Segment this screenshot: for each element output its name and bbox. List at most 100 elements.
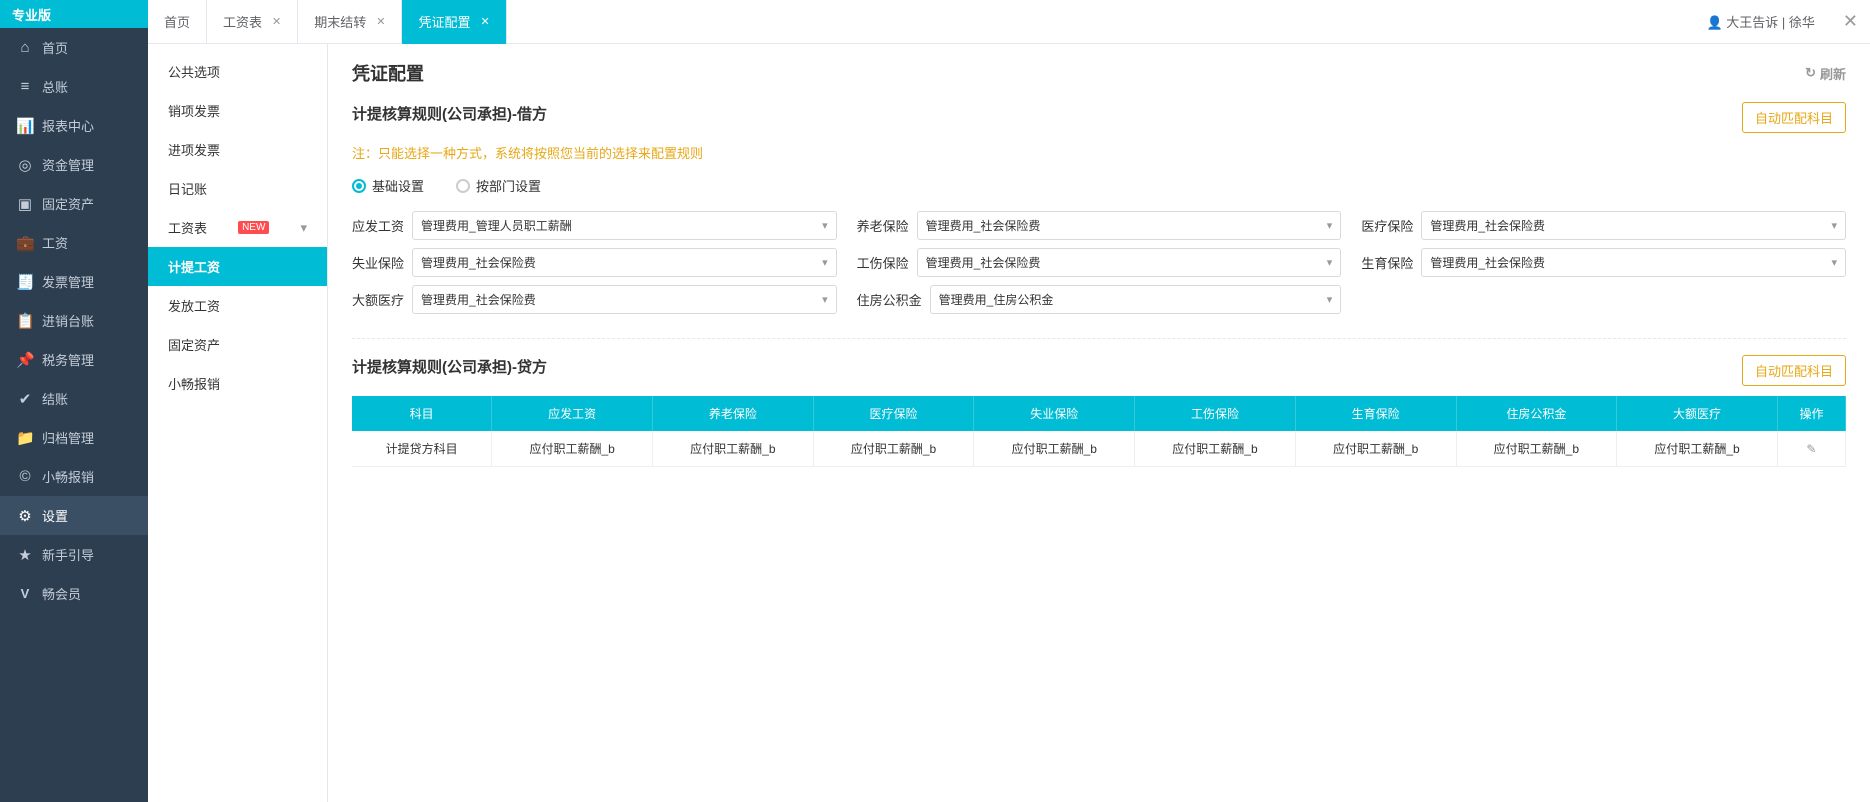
select-maternity[interactable]: 管理费用_社会保险费 ▾ (1421, 248, 1846, 277)
radio-dept[interactable]: 按部门设置 (456, 176, 541, 195)
salary-icon: 💼 (16, 234, 34, 252)
left-nav-journal[interactable]: 日记账 (148, 169, 327, 208)
left-nav-pay-salary[interactable]: 发放工资 (148, 286, 327, 325)
tab-home-label: 首页 (164, 12, 190, 31)
radio-basic[interactable]: 基础设置 (352, 176, 424, 195)
label-housing: 住房公积金 (857, 290, 922, 309)
td-pension: 应付职工薪酬_b (652, 431, 813, 467)
td-housing: 应付职工薪酬_b (1456, 431, 1617, 467)
tab-period-close[interactable]: ✕ (376, 15, 385, 28)
radio-group: 基础设置 按部门设置 (352, 176, 1846, 195)
section2-header: 计提核算规则(公司承担)-贷方 自动匹配科目 (352, 355, 1846, 386)
left-nav-public[interactable]: 公共选项 (148, 52, 327, 91)
label-maternity: 生育保险 (1361, 253, 1413, 272)
form-grid-1: 应发工资 管理费用_管理人员职工薪酬 ▾ 养老保险 管理费用_社会保险费 ▾ (352, 211, 1846, 240)
sidebar-item-reports[interactable]: 📊 报表中心 (0, 106, 148, 145)
tab-voucher-close[interactable]: ✕ (481, 15, 490, 28)
chevron-down-icon: ▾ (822, 293, 828, 306)
refresh-label: 刷新 (1820, 64, 1846, 83)
sidebar-item-closing[interactable]: ✔ 结账 (0, 379, 148, 418)
sidebar: 专业版 ⌂ 首页 ≡ 总账 📊 报表中心 ◎ 资金管理 ▣ 固定资产 💼 工资 … (0, 0, 148, 802)
th-unemployment: 失业保险 (974, 396, 1135, 431)
td-action[interactable]: ✎ (1777, 431, 1845, 467)
sidebar-item-label: 新手引导 (42, 545, 94, 564)
tab-payroll[interactable]: 工资表 ✕ (207, 0, 298, 44)
auto-match-credit-button[interactable]: 自动匹配科目 (1742, 355, 1846, 386)
sidebar-item-archive[interactable]: 📁 归档管理 (0, 418, 148, 457)
topbar-right: 👤 大王告诉 | 徐华 (1707, 12, 1831, 31)
sidebar-item-assets[interactable]: ▣ 固定资产 (0, 184, 148, 223)
tab-voucher-label: 凭证配置 (418, 12, 470, 31)
form-row-salary: 应发工资 管理费用_管理人员职工薪酬 ▾ (352, 211, 837, 240)
section1-title: 计提核算规则(公司承担)-借方 (352, 103, 547, 124)
section-credit: 计提核算规则(公司承担)-贷方 自动匹配科目 科目 应发工资 养老保险 医疗保险… (352, 355, 1846, 467)
close-window-btn[interactable]: ✕ (1831, 11, 1870, 32)
sidebar-item-ledger[interactable]: ≡ 总账 (0, 67, 148, 106)
tax-icon: 📌 (16, 351, 34, 369)
sidebar-item-label: 发票管理 (42, 272, 94, 291)
td-salary: 应付职工薪酬_b (492, 431, 653, 467)
label-unemployment: 失业保险 (352, 253, 404, 272)
sidebar-item-settings[interactable]: ⚙ 设置 (0, 496, 148, 535)
left-nav-purchase-invoice[interactable]: 进项发票 (148, 130, 327, 169)
sidebar-item-home[interactable]: ⌂ 首页 (0, 28, 148, 67)
sidebar-item-label: 进销台账 (42, 311, 94, 330)
sidebar-item-label: 税务管理 (42, 350, 94, 369)
td-major-medical: 应付职工薪酬_b (1617, 431, 1778, 467)
sidebar-item-xiaochang[interactable]: © 小畅报销 (0, 457, 148, 496)
label-injury: 工伤保险 (857, 253, 909, 272)
th-medical: 医疗保险 (813, 396, 974, 431)
sidebar-item-invoice[interactable]: 🧾 发票管理 (0, 262, 148, 301)
left-nav-sales-invoice[interactable]: 销项发票 (148, 91, 327, 130)
form-row-injury: 工伤保险 管理费用_社会保险费 ▾ (857, 248, 1342, 277)
sidebar-item-label: 畅会员 (42, 584, 81, 603)
select-injury[interactable]: 管理费用_社会保险费 ▾ (917, 248, 1342, 277)
edit-icon[interactable]: ✎ (1806, 442, 1816, 456)
tab-home[interactable]: 首页 (148, 0, 207, 44)
sidebar-item-sales[interactable]: 📋 进销台账 (0, 301, 148, 340)
select-major-medical[interactable]: 管理费用_社会保险费 ▾ (412, 285, 837, 314)
right-panel: 凭证配置 ↻ 刷新 计提核算规则(公司承担)-借方 自动匹配科目 注：只能选择一… (328, 44, 1870, 802)
tab-voucher[interactable]: 凭证配置 ✕ (402, 0, 506, 44)
table-header-row: 科目 应发工资 养老保险 医疗保险 失业保险 工伤保险 生育保险 住房公积金 大… (352, 396, 1846, 431)
select-medical[interactable]: 管理费用_社会保险费 ▾ (1421, 211, 1846, 240)
ledger-icon: ≡ (16, 78, 34, 95)
left-nav-calc-salary[interactable]: 计提工资 (148, 247, 327, 286)
td-subject: 计提贷方科目 (352, 431, 492, 467)
sidebar-item-newbie[interactable]: ★ 新手引导 (0, 535, 148, 574)
tab-period[interactable]: 期末结转 ✕ (298, 0, 402, 44)
topbar: 首页 工资表 ✕ 期末结转 ✕ 凭证配置 ✕ 👤 大王告诉 | 徐华 ✕ (148, 0, 1870, 44)
credit-table: 科目 应发工资 养老保险 医疗保险 失业保险 工伤保险 生育保险 住房公积金 大… (352, 396, 1846, 467)
sidebar-item-member[interactable]: V 畅会员 (0, 574, 148, 613)
invoice-icon: 🧾 (16, 273, 34, 291)
chevron-down-icon: ▾ (822, 256, 828, 269)
refresh-button[interactable]: ↻ 刷新 (1805, 64, 1846, 83)
sidebar-item-label: 资金管理 (42, 155, 94, 174)
radio-dept-circle (456, 179, 470, 193)
table-row: 计提贷方科目 应付职工薪酬_b 应付职工薪酬_b 应付职工薪酬_b 应付职工薪酬… (352, 431, 1846, 467)
left-nav-fixed-assets[interactable]: 固定资产 (148, 325, 327, 364)
select-pension[interactable]: 管理费用_社会保险费 ▾ (917, 211, 1342, 240)
left-nav-expense[interactable]: 小畅报销 (148, 364, 327, 403)
auto-match-debit-button[interactable]: 自动匹配科目 (1742, 102, 1846, 133)
page-title: 凭证配置 (352, 60, 424, 86)
archive-icon: 📁 (16, 429, 34, 447)
select-housing[interactable]: 管理费用_住房公积金 ▾ (930, 285, 1342, 314)
sidebar-item-tax[interactable]: 📌 税务管理 (0, 340, 148, 379)
th-subject: 科目 (352, 396, 492, 431)
sidebar-item-label: 设置 (42, 506, 68, 525)
section2-title: 计提核算规则(公司承担)-贷方 (352, 356, 547, 377)
select-salary[interactable]: 管理费用_管理人员职工薪酬 ▾ (412, 211, 837, 240)
sidebar-item-label: 工资 (42, 233, 68, 252)
sidebar-item-funds[interactable]: ◎ 资金管理 (0, 145, 148, 184)
select-unemployment[interactable]: 管理费用_社会保险费 ▾ (412, 248, 837, 277)
sidebar-item-salary[interactable]: 💼 工资 (0, 223, 148, 262)
td-injury: 应付职工薪酬_b (1135, 431, 1296, 467)
sidebar-item-label: 结账 (42, 389, 68, 408)
left-nav-payroll-table[interactable]: 工资表 NEW ▾ (148, 208, 327, 247)
form-row-pension: 养老保险 管理费用_社会保险费 ▾ (857, 211, 1342, 240)
sidebar-item-label: 报表中心 (42, 116, 94, 135)
tab-payroll-close[interactable]: ✕ (272, 15, 281, 28)
chevron-down-icon: ▾ (1327, 219, 1333, 232)
section-debit: 计提核算规则(公司承担)-借方 自动匹配科目 注：只能选择一种方式，系统将按照您… (352, 102, 1846, 314)
